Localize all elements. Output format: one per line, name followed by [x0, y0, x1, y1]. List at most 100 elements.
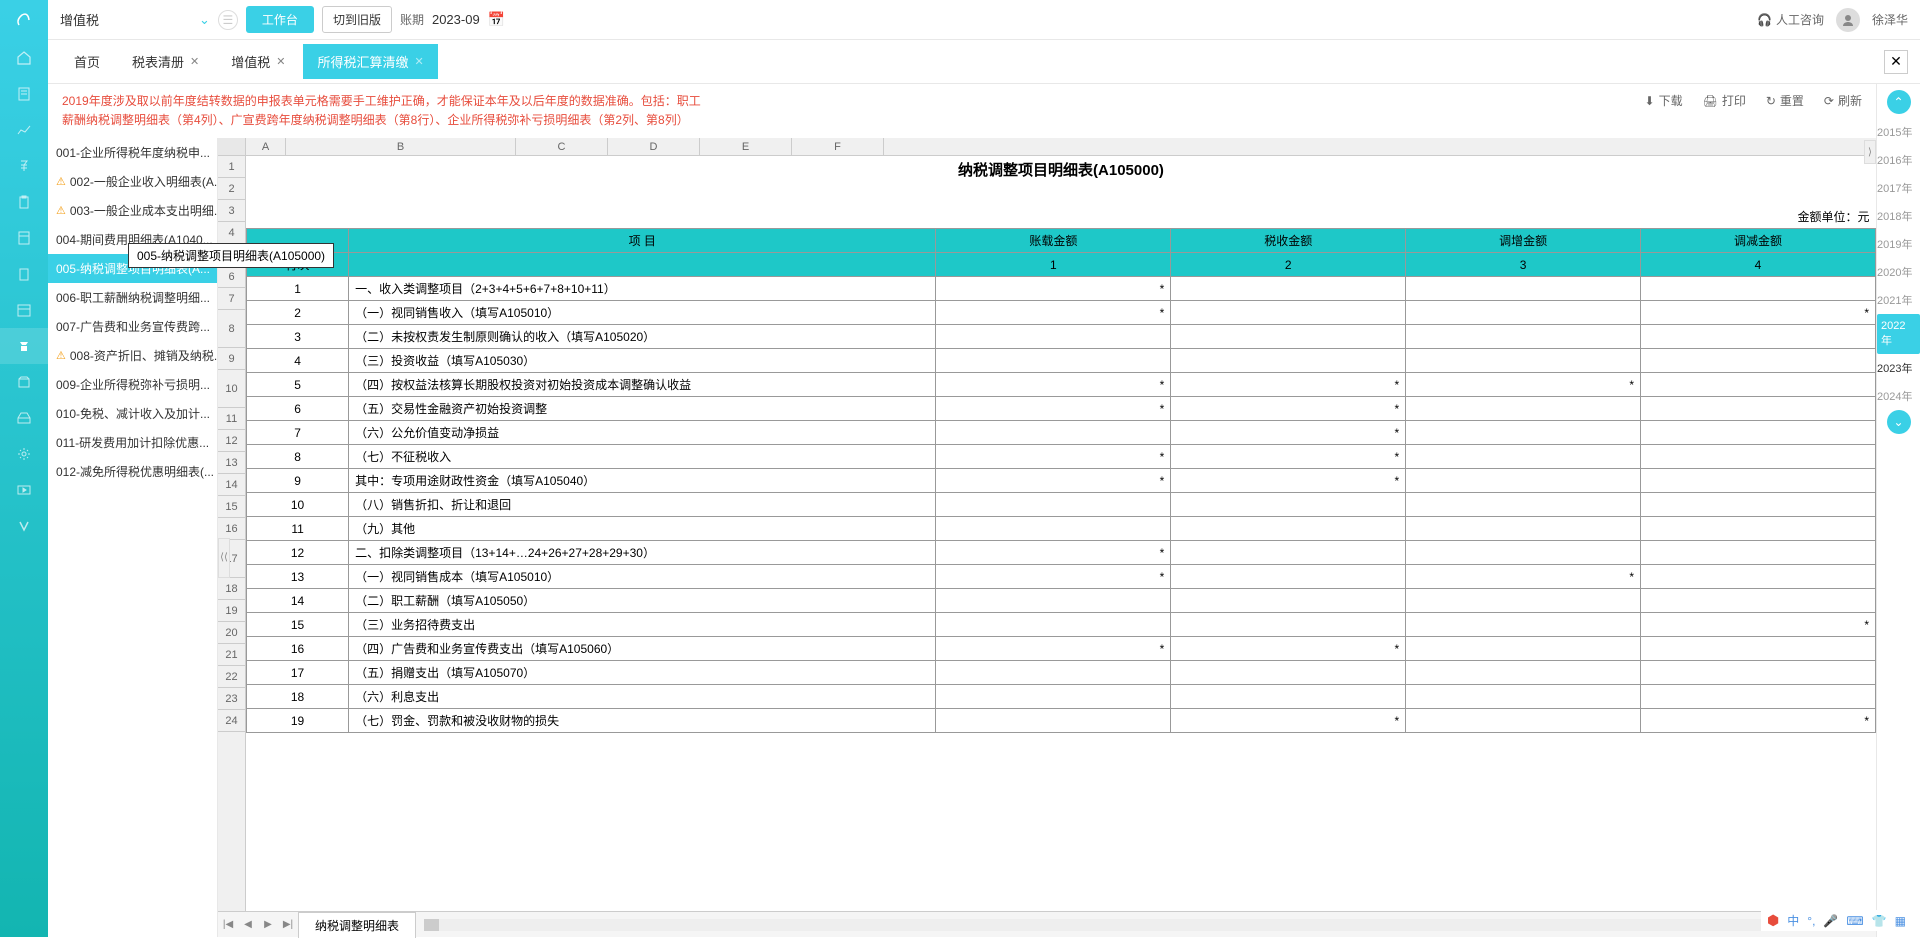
print-icon: 🖨: [1703, 94, 1718, 108]
tab-home[interactable]: 首页: [60, 44, 114, 79]
nav-home-icon[interactable]: [0, 40, 48, 76]
customer-service[interactable]: 🎧 人工咨询: [1757, 11, 1824, 28]
user-avatar[interactable]: [1836, 8, 1860, 32]
row-header[interactable]: 4: [218, 222, 245, 244]
ime-logo-icon[interactable]: ⬢: [1767, 912, 1779, 929]
nav-settings-icon[interactable]: [0, 436, 48, 472]
form-list-item[interactable]: ⚠002-一般企业收入明细表(A...: [48, 167, 217, 196]
module-dropdown[interactable]: 增值税 ⌄: [60, 10, 210, 29]
sheet-tab[interactable]: 纳税调整明细表: [298, 912, 416, 938]
ime-punct-icon[interactable]: °,: [1807, 914, 1815, 928]
ime-keyboard-icon[interactable]: ⌨: [1846, 914, 1863, 928]
year-down-button[interactable]: ⌄: [1887, 410, 1911, 434]
year-item[interactable]: 2022年: [1877, 314, 1920, 354]
row-header[interactable]: 10: [218, 370, 245, 408]
sheet-nav-prev[interactable]: ◀: [238, 919, 258, 930]
form-list-item[interactable]: 010-免税、减计收入及加计...: [48, 399, 217, 428]
nav-archive-icon[interactable]: [0, 364, 48, 400]
column-header[interactable]: B: [286, 138, 516, 155]
close-all-button[interactable]: ✕: [1884, 50, 1908, 74]
row-header[interactable]: 1: [218, 156, 245, 178]
form-list-item[interactable]: ⚠003-一般企业成本支出明细...: [48, 196, 217, 225]
form-list-item[interactable]: ⚠008-资产折旧、摊销及纳税...: [48, 341, 217, 370]
nav-v-icon[interactable]: [0, 508, 48, 544]
form-list-item[interactable]: 001-企业所得税年度纳税申...: [48, 138, 217, 167]
reset-button[interactable]: ↻重置: [1766, 92, 1804, 109]
nav-building-icon[interactable]: [0, 256, 48, 292]
calendar-icon[interactable]: 📅: [488, 11, 505, 28]
close-icon[interactable]: ✕: [276, 55, 285, 68]
row-header[interactable]: 18: [218, 578, 245, 600]
row-header[interactable]: 11: [218, 408, 245, 430]
row-header[interactable]: 15: [218, 496, 245, 518]
row-header[interactable]: 20: [218, 622, 245, 644]
row-header[interactable]: 13: [218, 452, 245, 474]
tab-vat[interactable]: 增值税✕: [217, 44, 299, 79]
column-header[interactable]: D: [608, 138, 700, 155]
form-list-item[interactable]: 009-企业所得税弥补亏损明...: [48, 370, 217, 399]
doc-icon[interactable]: ☰: [218, 10, 238, 30]
year-item[interactable]: 2023年: [1877, 354, 1920, 382]
year-item[interactable]: 2016年: [1877, 146, 1920, 174]
nav-video-icon[interactable]: [0, 472, 48, 508]
row-header[interactable]: 12: [218, 430, 245, 452]
switch-old-button[interactable]: 切到旧版: [322, 6, 392, 33]
ime-skin-icon[interactable]: 👕: [1872, 914, 1887, 928]
row-header[interactable]: 8: [218, 310, 245, 348]
download-button[interactable]: ⬇下载: [1645, 92, 1683, 109]
nav-chart-icon[interactable]: [0, 112, 48, 148]
year-item[interactable]: 2017年: [1877, 174, 1920, 202]
row-header[interactable]: 14: [218, 474, 245, 496]
form-list-item[interactable]: 006-职工薪酬纳税调整明细...: [48, 283, 217, 312]
row-header[interactable]: 22: [218, 666, 245, 688]
horizontal-scrollbar[interactable]: [424, 919, 1868, 931]
nav-calc-icon[interactable]: [0, 220, 48, 256]
sheet-nav-first[interactable]: |◀: [218, 919, 238, 930]
row-header[interactable]: 9: [218, 348, 245, 370]
ime-menu-icon[interactable]: ▦: [1895, 914, 1906, 928]
year-item[interactable]: 2019年: [1877, 230, 1920, 258]
year-item[interactable]: 2018年: [1877, 202, 1920, 230]
ime-mic-icon[interactable]: 🎤: [1823, 914, 1838, 928]
nav-ledger-icon[interactable]: [0, 76, 48, 112]
year-up-button[interactable]: ⌃: [1887, 90, 1911, 114]
sheet-nav-last[interactable]: ▶|: [278, 919, 298, 930]
row-header[interactable]: 2: [218, 178, 245, 200]
ime-lang[interactable]: 中: [1787, 912, 1799, 929]
tab-income-tax[interactable]: 所得税汇算清缴✕: [303, 44, 437, 79]
form-list-item[interactable]: 012-减免所得税优惠明细表(...: [48, 457, 217, 486]
row-header[interactable]: 3: [218, 200, 245, 222]
year-item[interactable]: 2024年: [1877, 382, 1920, 410]
workbench-button[interactable]: 工作台: [246, 6, 314, 33]
column-header[interactable]: A: [246, 138, 286, 155]
form-list-item[interactable]: 011-研发费用加计扣除优惠...: [48, 428, 217, 457]
nav-clipboard-icon[interactable]: [0, 184, 48, 220]
service-label: 人工咨询: [1776, 11, 1824, 28]
print-button[interactable]: 🖨打印: [1703, 92, 1746, 109]
expand-handle[interactable]: ⟩: [1864, 140, 1876, 164]
spreadsheet-grid[interactable]: 纳税调整项目明细表(A105000)金额单位：元项 目账载金额税收金额调增金额调…: [246, 156, 1876, 911]
column-header[interactable]: F: [792, 138, 884, 155]
row-header[interactable]: 6: [218, 266, 245, 288]
year-item[interactable]: 2015年: [1877, 118, 1920, 146]
tab-tax-list[interactable]: 税表清册✕: [118, 44, 213, 79]
refresh-button[interactable]: ⟳刷新: [1824, 92, 1862, 109]
close-icon[interactable]: ✕: [415, 55, 424, 68]
form-list-item[interactable]: 007-广告费和业务宣传费跨...: [48, 312, 217, 341]
collapse-handle[interactable]: ⟨⟨: [218, 538, 230, 578]
column-header[interactable]: E: [700, 138, 792, 155]
sheet-nav-next[interactable]: ▶: [258, 919, 278, 930]
row-header[interactable]: 7: [218, 288, 245, 310]
column-header[interactable]: C: [516, 138, 608, 155]
year-item[interactable]: 2020年: [1877, 258, 1920, 286]
nav-inbox-icon[interactable]: [0, 400, 48, 436]
row-header[interactable]: 21: [218, 644, 245, 666]
row-header[interactable]: 23: [218, 688, 245, 710]
nav-tax-icon[interactable]: [0, 328, 48, 364]
year-item[interactable]: 2021年: [1877, 286, 1920, 314]
nav-calendar-icon[interactable]: [0, 292, 48, 328]
nav-money-icon[interactable]: [0, 148, 48, 184]
close-icon[interactable]: ✕: [190, 55, 199, 68]
row-header[interactable]: 19: [218, 600, 245, 622]
row-header[interactable]: 24: [218, 710, 245, 732]
